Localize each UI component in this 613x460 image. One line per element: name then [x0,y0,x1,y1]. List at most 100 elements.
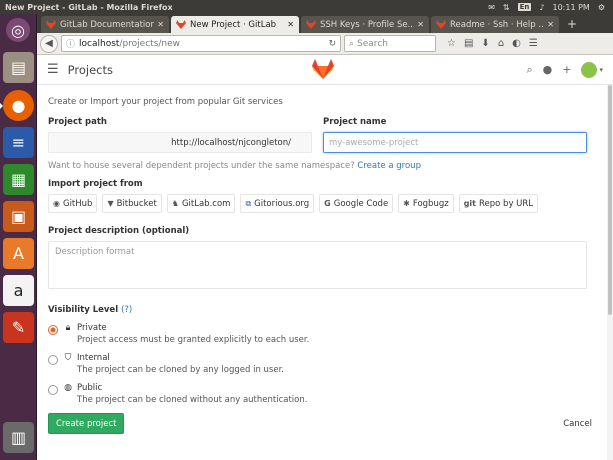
gear-icon[interactable]: ⚙ [598,3,605,12]
reading-list-icon[interactable]: ▤ [464,38,473,49]
calc-icon[interactable]: ▦ [3,164,34,195]
gitlab-header: ☰ Projects ⌕ ● + ▾ [37,55,613,85]
shield-icon: ⛉ [64,353,72,363]
github-icon: ◉ [53,199,60,208]
files-icon[interactable]: ▤ [3,52,34,83]
back-button[interactable]: ◀ [40,34,58,53]
settings-icon[interactable]: ✎ [3,312,34,343]
unity-launcher: ◎ ▤ ● ≡ ▦ ▣ A a ✎ ▥ [0,14,37,460]
close-tab-icon[interactable]: ✕ [417,20,424,29]
tab-gitlab-documentation[interactable]: GitLab Documentation ✕ [41,16,169,33]
scrollbar-thumb[interactable] [608,85,612,315]
visibility-radio-internal[interactable] [48,355,58,365]
cancel-button[interactable]: Cancel [563,419,602,429]
software-center-icon[interactable]: A [3,238,34,269]
impress-icon[interactable]: ▣ [3,201,34,232]
import-google-code-button[interactable]: G Google Code [319,194,394,213]
description-field[interactable]: Description format [48,241,587,289]
google-icon: G [324,199,331,208]
close-tab-icon[interactable]: ✕ [157,20,164,29]
writer-icon[interactable]: ≡ [3,127,34,158]
import-label-text: GitLab.com [181,198,231,209]
gitlab-favicon-icon [436,20,446,29]
page-scrollbar[interactable] [607,85,613,460]
import-github-button[interactable]: ◉ GitHub [48,194,98,213]
trash-icon[interactable]: ▥ [3,422,34,453]
tab-new-project[interactable]: New Project · GitLab ✕ [171,16,299,33]
import-fogbugz-button[interactable]: ✱ Fogbugz [398,194,454,213]
reload-icon[interactable]: ↻ [328,39,336,49]
amazon-icon[interactable]: a [3,275,34,306]
close-tab-icon[interactable]: ✕ [287,20,294,29]
import-sources: ◉ GitHub ▼ Bitbucket ♞ GitLab.com ⧉ Gitoriou… [48,194,602,213]
visibility-option-public[interactable]: ◍ Public The project can be cloned withou… [48,383,602,405]
gitlab-favicon-icon [46,20,56,29]
visibility-option-internal[interactable]: ⛉ Internal The project can be cloned by a… [48,353,602,375]
import-label-text: Repo by URL [479,198,534,209]
namespace-help-text: Want to house several dependent projects… [48,161,355,171]
globe-icon: ◍ [64,383,72,393]
header-actions: ⌕ ● + ▾ [526,61,603,78]
visibility-title: Internal [77,353,110,363]
tab-label: SSH Keys · Profile Se... [320,19,415,30]
import-label-text: Bitbucket [116,198,157,209]
form-actions: Create project Cancel [48,413,602,434]
keyboard-layout-indicator[interactable]: En [517,3,532,11]
project-path-namespace[interactable]: http://localhost/njcongleton/ [48,132,312,153]
search-input[interactable]: ⌕ Search [344,35,436,52]
network-icon[interactable]: ⇅ [503,3,510,12]
tab-readme-ssh[interactable]: Readme · Ssh · Help ... ✕ [431,16,559,33]
sidebar-toggle-icon[interactable]: ☰ [47,62,59,77]
hamburger-menu-icon[interactable]: ☰ [529,38,538,49]
path-name-row: Project path http://localhost/njcongleto… [48,117,602,153]
os-top-panel: New Project - GitLab - Mozilla Firefox ✉… [0,0,613,14]
create-project-button[interactable]: Create project [48,413,125,434]
ubuntu-dash-icon[interactable]: ◎ [6,18,30,42]
import-label-text: Google Code [333,198,389,209]
new-tab-button[interactable]: + [561,17,583,33]
import-label-text: Gitorious.org [254,198,310,209]
user-menu[interactable]: ▾ [581,61,603,78]
pocket-icon[interactable]: ◐ [512,38,521,49]
window-title: New Project - GitLab - Mozilla Firefox [5,2,173,12]
bookmark-star-icon[interactable]: ☆ [447,38,456,49]
download-icon[interactable]: ⬇ [481,38,489,49]
bitbucket-icon: ▼ [107,199,114,208]
gitlab-favicon-icon [306,20,316,29]
gitlab-logo[interactable] [312,59,334,79]
search-icon[interactable]: ⌕ [526,63,532,77]
home-icon[interactable]: ⌂ [498,38,504,49]
visibility-option-private[interactable]: 🔒︎ Private Project access must be granted… [48,323,602,345]
import-repo-url-button[interactable]: git Repo by URL [458,194,539,213]
import-bitbucket-button[interactable]: ▼ Bitbucket [102,194,162,213]
visibility-radio-private[interactable] [48,325,58,335]
chevron-down-icon: ▾ [599,65,603,74]
volume-icon[interactable]: ♪ [539,3,544,12]
firefox-window: GitLab Documentation ✕ New Project · Git… [37,14,613,460]
notification-bell-icon[interactable]: ● [543,63,553,76]
mail-icon[interactable]: ✉ [488,3,495,12]
url-path: /projects/new [119,38,181,49]
namespace-help: Want to house several dependent projects… [48,161,602,171]
visibility-help-link[interactable]: (?) [121,305,132,315]
url-bar[interactable]: ⓘ localhost/projects/new ↻ [61,35,341,52]
clock[interactable]: 10:11 PM [553,3,590,12]
tab-ssh-keys[interactable]: SSH Keys · Profile Se... ✕ [301,16,429,33]
close-tab-icon[interactable]: ✕ [547,20,554,29]
bug-icon: ✱ [403,199,410,208]
visibility-radio-public[interactable] [48,385,58,395]
project-path-group: Project path http://localhost/njcongleto… [48,117,312,153]
git-icon: git [463,199,476,208]
create-group-link[interactable]: Create a group [357,161,421,171]
import-gitlab-button[interactable]: ♞ GitLab.com [166,194,236,213]
avatar [581,61,598,78]
import-gitorious-button[interactable]: ⧉ Gitorious.org [240,194,315,213]
url-host: localhost [79,38,120,49]
firefox-icon[interactable]: ● [0,90,34,121]
tab-label: GitLab Documentation [60,19,155,30]
project-name-field[interactable] [329,137,586,148]
site-identity-icon[interactable]: ⓘ [66,37,75,50]
new-item-plus-icon[interactable]: + [562,63,571,76]
gitlab-icon: ♞ [171,199,179,208]
gitorious-icon: ⧉ [245,198,252,208]
